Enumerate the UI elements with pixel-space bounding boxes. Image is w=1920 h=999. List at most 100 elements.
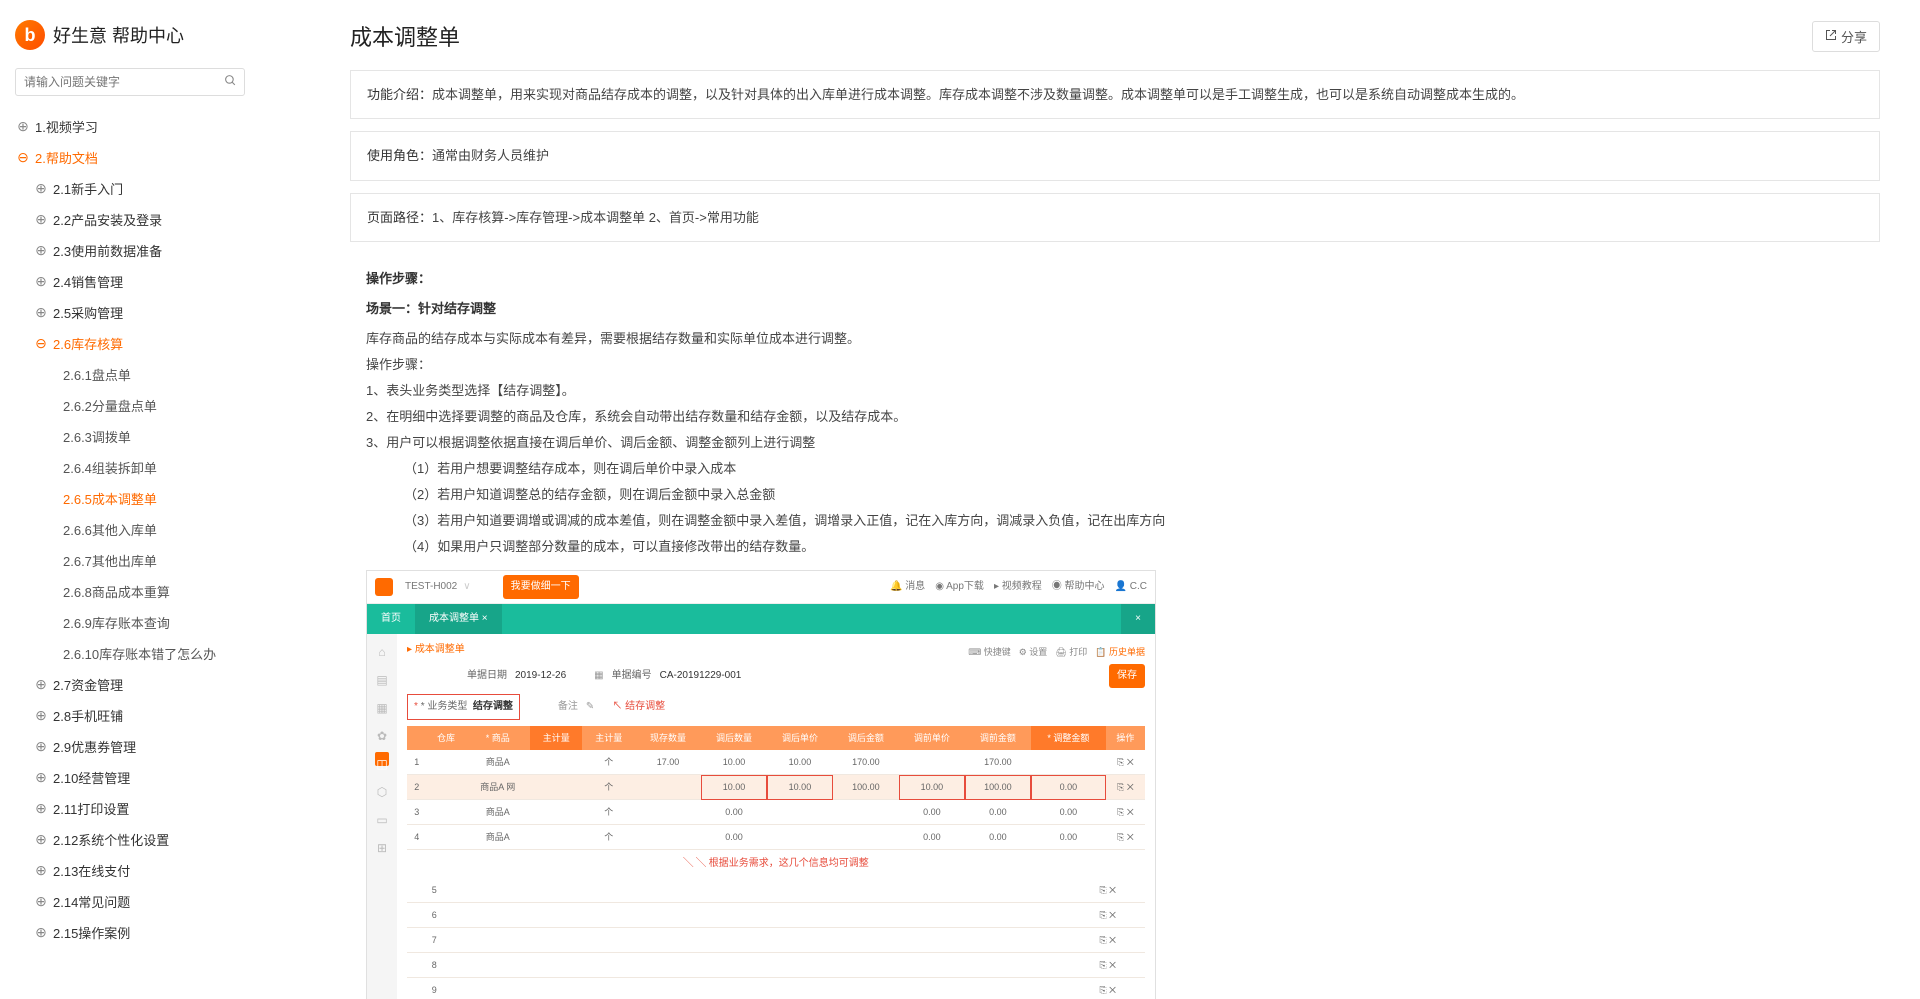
ss-app-link: ◉ App下载: [935, 577, 984, 597]
nav-item[interactable]: ⊕2.8手机旺铺: [15, 700, 245, 731]
page-header: 成本调整单 分享: [350, 20, 1880, 52]
ss-nav-icon: ✿: [375, 724, 389, 738]
plus-icon: ⊕: [33, 181, 49, 197]
nav-item[interactable]: 2.6.8商品成本重算: [15, 576, 245, 607]
ss-link: 📋 历史单据: [1095, 643, 1145, 661]
nav-label: 2.6.9库存账本查询: [63, 613, 170, 632]
ss-help-link: ◉ 帮助中心: [1052, 577, 1105, 597]
share-label: 分享: [1841, 27, 1867, 46]
nav-item[interactable]: ⊕2.9优惠券管理: [15, 731, 245, 762]
ss-nav-icon: ▤: [375, 668, 389, 682]
steps-title: 操作步骤：: [366, 266, 1864, 292]
ss-test-label: TEST-H002: [405, 577, 457, 597]
nav-item[interactable]: 2.6.1盘点单: [15, 359, 245, 390]
nav-label: 2.6.5成本调整单: [63, 489, 157, 508]
nav-label: 2.6库存核算: [53, 334, 123, 353]
nav-item[interactable]: 2.6.2分量盘点单: [15, 390, 245, 421]
plus-icon: ⊕: [33, 801, 49, 817]
ss-link: ⌨ 快捷键: [968, 643, 1011, 661]
nav-label: 2.14常见问题: [53, 892, 130, 911]
substep-4: （4）如果用户只调整部分数量的成本，可以直接修改带出的结存数量。: [404, 534, 1864, 560]
nav-item[interactable]: ⊕2.5采购管理: [15, 297, 245, 328]
search-icon[interactable]: [224, 74, 237, 90]
nav-item[interactable]: ⊕1.视频学习: [15, 111, 245, 142]
search-input[interactable]: [15, 68, 245, 96]
nav-label: 2.3使用前数据准备: [53, 241, 162, 260]
role-box: 使用角色：通常由财务人员维护: [350, 131, 1880, 180]
nav-label: 2.6.1盘点单: [63, 365, 131, 384]
nav-label: 2.10经营管理: [53, 768, 130, 787]
ss-video-link: ▸ 视频教程: [994, 577, 1042, 597]
nav-item[interactable]: ⊕2.3使用前数据准备: [15, 235, 245, 266]
nav-item[interactable]: ⊕2.11打印设置: [15, 793, 245, 824]
ss-table: 仓库* 商品主计量主计量现存数量调后数量调后单价调后金额调前单价调前金额* 调整…: [407, 726, 1145, 850]
nav-label: 2.5采购管理: [53, 303, 123, 322]
ss-form-row: 单据日期 2019-12-26 ▦ 单据编号 CA-20191229-001 保…: [407, 664, 1145, 688]
step-1: 1、表头业务类型选择【结存调整】。: [366, 378, 1864, 404]
ss-nav-icon: ⬡: [375, 780, 389, 794]
nav-item[interactable]: ⊕2.10经营管理: [15, 762, 245, 793]
nav-item[interactable]: ⊕2.14常见问题: [15, 886, 245, 917]
nav-item[interactable]: ⊕2.13在线支付: [15, 855, 245, 886]
role-label: 使用角色：: [367, 148, 432, 163]
sub-steps-title: 操作步骤：: [366, 352, 1864, 378]
ss-nav-active-icon: ◫: [375, 752, 389, 766]
logo-icon: b: [15, 20, 45, 50]
nav-tree: ⊕1.视频学习⊖2.帮助文档⊕2.1新手入门⊕2.2产品安装及登录⊕2.3使用前…: [15, 111, 245, 948]
ss-tabs: 首页 成本调整单 × ×: [367, 604, 1155, 634]
nav-label: 2.1新手入门: [53, 179, 123, 198]
substep-3: （3）若用户知道要调增或调减的成本差值，则在调整金额中录入差值，调增录入正值，记…: [404, 508, 1864, 534]
nav-label: 2.6.3调拨单: [63, 427, 131, 446]
nav-label: 2.6.10库存账本错了怎么办: [63, 644, 216, 663]
logo-row: b 好生意 帮助中心: [15, 20, 245, 50]
step-2: 2、在明细中选择要调整的商品及仓库，系统会自动带出结存数量和结存金额，以及结存成…: [366, 404, 1864, 430]
nav-label: 2.8手机旺铺: [53, 706, 123, 725]
nav-item[interactable]: 2.6.4组装拆卸单: [15, 452, 245, 483]
nav-item[interactable]: 2.6.9库存账本查询: [15, 607, 245, 638]
nav-item[interactable]: ⊕2.4销售管理: [15, 266, 245, 297]
nav-item[interactable]: 2.6.5成本调整单: [15, 483, 245, 514]
intro-box: 功能介绍：成本调整单，用来实现对商品结存成本的调整，以及针对具体的出入库单进行成…: [350, 70, 1880, 119]
nav-item[interactable]: ⊕2.1新手入门: [15, 173, 245, 204]
share-icon: [1825, 29, 1837, 44]
nav-item[interactable]: 2.6.6其他入库单: [15, 514, 245, 545]
minus-icon: ⊖: [15, 150, 31, 166]
share-button[interactable]: 分享: [1812, 21, 1880, 52]
nav-item[interactable]: ⊕2.7资金管理: [15, 669, 245, 700]
ss-nav-home-icon: ⌂: [375, 640, 389, 654]
ss-topbar: TEST-H002 ∨ 我要做细一下 🔔 消息 ◉ App下载 ▸ 视频教程 ◉…: [367, 571, 1155, 604]
ss-anno1: ↖ 结存调整: [612, 697, 665, 717]
nav-item[interactable]: ⊖2.帮助文档: [15, 142, 245, 173]
nav-label: 2.9优惠券管理: [53, 737, 136, 756]
plus-icon: ⊕: [33, 708, 49, 724]
ss-tab-close: ×: [1121, 604, 1155, 634]
embedded-screenshot: TEST-H002 ∨ 我要做细一下 🔔 消息 ◉ App下载 ▸ 视频教程 ◉…: [366, 570, 1156, 999]
plus-icon: ⊕: [33, 274, 49, 290]
sidebar: b 好生意 帮助中心 ⊕1.视频学习⊖2.帮助文档⊕2.1新手入门⊕2.2产品安…: [0, 0, 260, 999]
ss-orange-btn: 我要做细一下: [503, 575, 579, 599]
ss-tab-active: 成本调整单 ×: [415, 604, 502, 634]
nav-item[interactable]: ⊕2.12系统个性化设置: [15, 824, 245, 855]
plus-icon: ⊕: [33, 770, 49, 786]
nav-item[interactable]: 2.6.10库存账本错了怎么办: [15, 638, 245, 669]
nav-label: 2.6.7其他出库单: [63, 551, 157, 570]
nav-item[interactable]: ⊖2.6库存核算: [15, 328, 245, 359]
nav-item[interactable]: ⊕2.15操作案例: [15, 917, 245, 948]
step-3: 3、用户可以根据调整依据直接在调后单价、调后金额、调整金额列上进行调整: [366, 430, 1864, 456]
ss-breadcrumb: ▸ 成本调整单: [407, 640, 465, 660]
nav-label: 2.6.2分量盘点单: [63, 396, 157, 415]
path-box: 页面路径：1、库存核算->库存管理->成本调整单 2、首页->常用功能: [350, 193, 1880, 242]
plus-icon: ⊕: [33, 894, 49, 910]
substep-1: （1）若用户想要调整结存成本，则在调后单价中录入成本: [404, 456, 1864, 482]
nav-label: 2.6.8商品成本重算: [63, 582, 170, 601]
nav-label: 2.4销售管理: [53, 272, 123, 291]
plus-icon: ⊕: [33, 243, 49, 259]
ss-tab-home: 首页: [367, 604, 415, 634]
ss-logo-icon: [375, 578, 393, 596]
nav-item[interactable]: ⊕2.2产品安装及登录: [15, 204, 245, 235]
nav-label: 2.6.4组装拆卸单: [63, 458, 157, 477]
ss-save-btn: 保存: [1109, 664, 1145, 688]
plus-icon: ⊕: [33, 832, 49, 848]
nav-item[interactable]: 2.6.7其他出库单: [15, 545, 245, 576]
nav-item[interactable]: 2.6.3调拨单: [15, 421, 245, 452]
